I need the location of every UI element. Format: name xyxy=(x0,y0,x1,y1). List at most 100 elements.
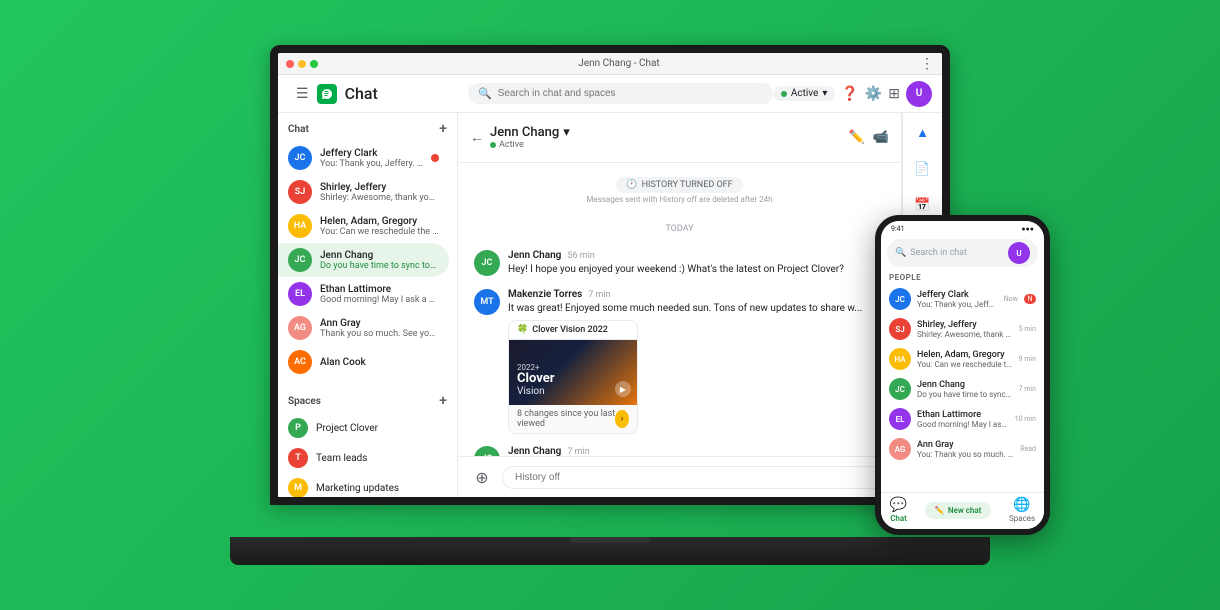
calendar-icon[interactable]: 📅 xyxy=(911,193,935,217)
chat-info: Jeffery Clark You: Thank you, Jeffery. T… xyxy=(320,148,423,169)
chat-header: ← Jenn Chang ▾ Active xyxy=(458,113,901,163)
active-label: Active xyxy=(791,88,819,99)
phone-chat-item[interactable]: EL Ethan Lattimore Good morning! May I a… xyxy=(881,404,1044,434)
chat-preview: Thank you so much. See you there. xyxy=(320,329,439,339)
window-menu[interactable]: ⋮ xyxy=(920,56,934,72)
message-row: JC Jenn Chang 56 min Hey! I hope you enj… xyxy=(474,250,885,277)
phone-chat-item[interactable]: SJ Shirley, Jeffery Shirley: Awesome, th… xyxy=(881,314,1044,344)
phone-chat-preview: Good morning! May I ask a question? xyxy=(917,420,1009,429)
message-content: Jenn Chang 56 min Hey! I hope you enjoye… xyxy=(508,250,885,277)
sidebar-chat-item[interactable]: EL Ethan Lattimore Good morning! May I a… xyxy=(278,277,449,311)
new-chat-button[interactable]: ✏️ New chat xyxy=(925,502,991,519)
spaces-section-header: Spaces + xyxy=(278,385,457,413)
chat-name: Shirley, Jeffery xyxy=(320,182,439,193)
sidebar-chat-item[interactable]: AC Alan Cook xyxy=(278,345,449,379)
phone-chat-preview: You: Can we reschedule the meeting for..… xyxy=(917,360,1013,369)
help-icon[interactable]: ❓ xyxy=(841,86,858,102)
message-avatar: JC xyxy=(474,446,500,456)
sidebar-space-item[interactable]: M Marketing updates xyxy=(278,473,457,497)
phone-chat-preview: You: Thank you, Jeffery. The newe... xyxy=(917,300,998,309)
unread-badge xyxy=(431,154,439,162)
message-content: Jenn Chang 7 min Do you have time to syn… xyxy=(508,446,885,456)
add-attachment-button[interactable]: ⊕ xyxy=(470,465,494,489)
sidebar-chat-item[interactable]: JC Jenn Chang Do you have time to sync t… xyxy=(278,243,449,277)
chat-info: Ann Gray Thank you so much. See you ther… xyxy=(320,318,439,339)
phone-chat-item[interactable]: JC Jenn Chang Do you have time to sync t… xyxy=(881,374,1044,404)
play-button[interactable]: ▶ xyxy=(615,381,631,397)
sidebar-space-item[interactable]: T Team leads xyxy=(278,443,457,473)
phone-unread-count: N xyxy=(1024,294,1036,304)
phone-avatar: SJ xyxy=(889,318,911,340)
phone-user-avatar[interactable]: U xyxy=(1008,242,1030,264)
new-chat-label: New chat xyxy=(948,506,981,515)
phone-chat-name: Ann Gray xyxy=(917,440,1014,450)
laptop-screen: Jenn Chang - Chat ⋮ ☰ Chat 🔍 xyxy=(270,45,950,505)
user-avatar[interactable]: U xyxy=(906,81,932,107)
titlebar: Jenn Chang - Chat ⋮ xyxy=(278,53,942,75)
message-input-area: ⊕ xyxy=(458,456,901,497)
chat-preview: You: Thank you, Jeffery. The newe... xyxy=(320,159,423,169)
spaces-tab-label: Spaces xyxy=(1009,514,1035,523)
chat-name-section: Jenn Chang ▾ xyxy=(490,125,570,140)
phone-search-input[interactable]: Search in chat xyxy=(910,248,967,258)
phone-chat-name: Jeffery Clark xyxy=(917,290,998,300)
message-input[interactable] xyxy=(502,466,889,489)
space-icon: T xyxy=(288,448,308,468)
phone-chat-item[interactable]: AG Ann Gray You: Thank you so much. See … xyxy=(881,434,1044,464)
edit-icon[interactable]: ✏️ xyxy=(849,130,865,145)
maximize-button[interactable] xyxy=(310,60,318,68)
sidebar-title: Chat xyxy=(345,84,378,103)
phone-chat-preview: Do you have time to sync tomorrow mor... xyxy=(917,390,1013,399)
sidebar-space-item[interactable]: P Project Clover xyxy=(278,413,457,443)
phone-status-bar: 9:41 ●●● xyxy=(881,221,1044,237)
chat-section-header: Chat + xyxy=(278,113,457,141)
clover-card[interactable]: 🍀 Clover Vision 2022 2022+ Clover Vision xyxy=(508,320,638,434)
phone-chat-item[interactable]: JC Jeffery Clark You: Thank you, Jeffery… xyxy=(881,284,1044,314)
chat-tab-label: Chat xyxy=(890,514,907,523)
sidebar-chat-item[interactable]: JC Jeffery Clark You: Thank you, Jeffery… xyxy=(278,141,449,175)
hamburger-icon[interactable]: ☰ xyxy=(296,86,309,102)
message-meta: Makenzie Torres 7 min xyxy=(508,289,885,300)
phone-chat-time: 10 min xyxy=(1015,415,1036,423)
chat-avatar: AC xyxy=(288,350,312,374)
global-search[interactable]: 🔍 xyxy=(468,83,773,104)
chat-name: Jenn Chang xyxy=(320,250,439,261)
chat-info: Alan Cook xyxy=(320,357,439,368)
phone-avatar: EL xyxy=(889,408,911,430)
apps-icon[interactable]: ⊞ xyxy=(888,86,900,102)
app: Jenn Chang - Chat ⋮ ☰ Chat 🔍 xyxy=(278,53,942,497)
chat-preview: Good morning! May I ask a question? xyxy=(320,295,439,305)
drive-icon[interactable]: ▲ xyxy=(911,121,935,145)
phone-tab-spaces[interactable]: 🌐 Spaces xyxy=(1009,497,1035,523)
clover-subtitle: Vision xyxy=(517,386,554,397)
message-time: 7 min xyxy=(567,447,589,456)
close-button[interactable] xyxy=(286,60,294,68)
chat-info: Ethan Lattimore Good morning! May I ask … xyxy=(320,284,439,305)
messages-area: 🕐 HISTORY TURNED OFF Messages sent with … xyxy=(458,163,901,456)
active-status-badge[interactable]: Active ▾ xyxy=(773,86,836,101)
phone-tab-chat[interactable]: 💬 Chat xyxy=(890,497,907,523)
phone-chat-time: Read xyxy=(1020,445,1036,453)
chat-section-label: Chat xyxy=(288,124,309,135)
docs-icon[interactable]: 📄 xyxy=(911,157,935,181)
phone-chat-item[interactable]: HA Helen, Adam, Gregory You: Can we resc… xyxy=(881,344,1044,374)
sidebar-chat-item[interactable]: HA Helen, Adam, Gregory You: Can we resc… xyxy=(278,209,449,243)
phone-time: 9:41 xyxy=(891,225,905,233)
video-icon[interactable]: 📹 xyxy=(873,130,889,145)
phone-search-bar[interactable]: 🔍 Search in chat U xyxy=(887,239,1038,267)
phone-chat-time: 7 min xyxy=(1019,385,1036,393)
minimize-button[interactable] xyxy=(298,60,306,68)
main-chat: ← Jenn Chang ▾ Active xyxy=(458,113,902,497)
clover-year: 2022+ xyxy=(517,363,554,372)
sidebar-chat-item[interactable]: SJ Shirley, Jeffery Shirley: Awesome, th… xyxy=(278,175,449,209)
sidebar-chat-item[interactable]: AG Ann Gray Thank you so much. See you t… xyxy=(278,311,449,345)
search-icon: 🔍 xyxy=(478,87,492,100)
add-space-button[interactable]: + xyxy=(439,393,447,409)
changes-button[interactable]: › xyxy=(615,410,629,428)
add-chat-button[interactable]: + xyxy=(439,121,447,137)
back-button[interactable]: ← xyxy=(470,129,484,146)
phone-chat-info: Shirley, Jeffery Shirley: Awesome, thank… xyxy=(917,320,1013,339)
search-input[interactable] xyxy=(498,88,763,99)
settings-icon[interactable]: ⚙️ xyxy=(865,86,882,102)
contact-dropdown-arrow[interactable]: ▾ xyxy=(563,125,570,140)
